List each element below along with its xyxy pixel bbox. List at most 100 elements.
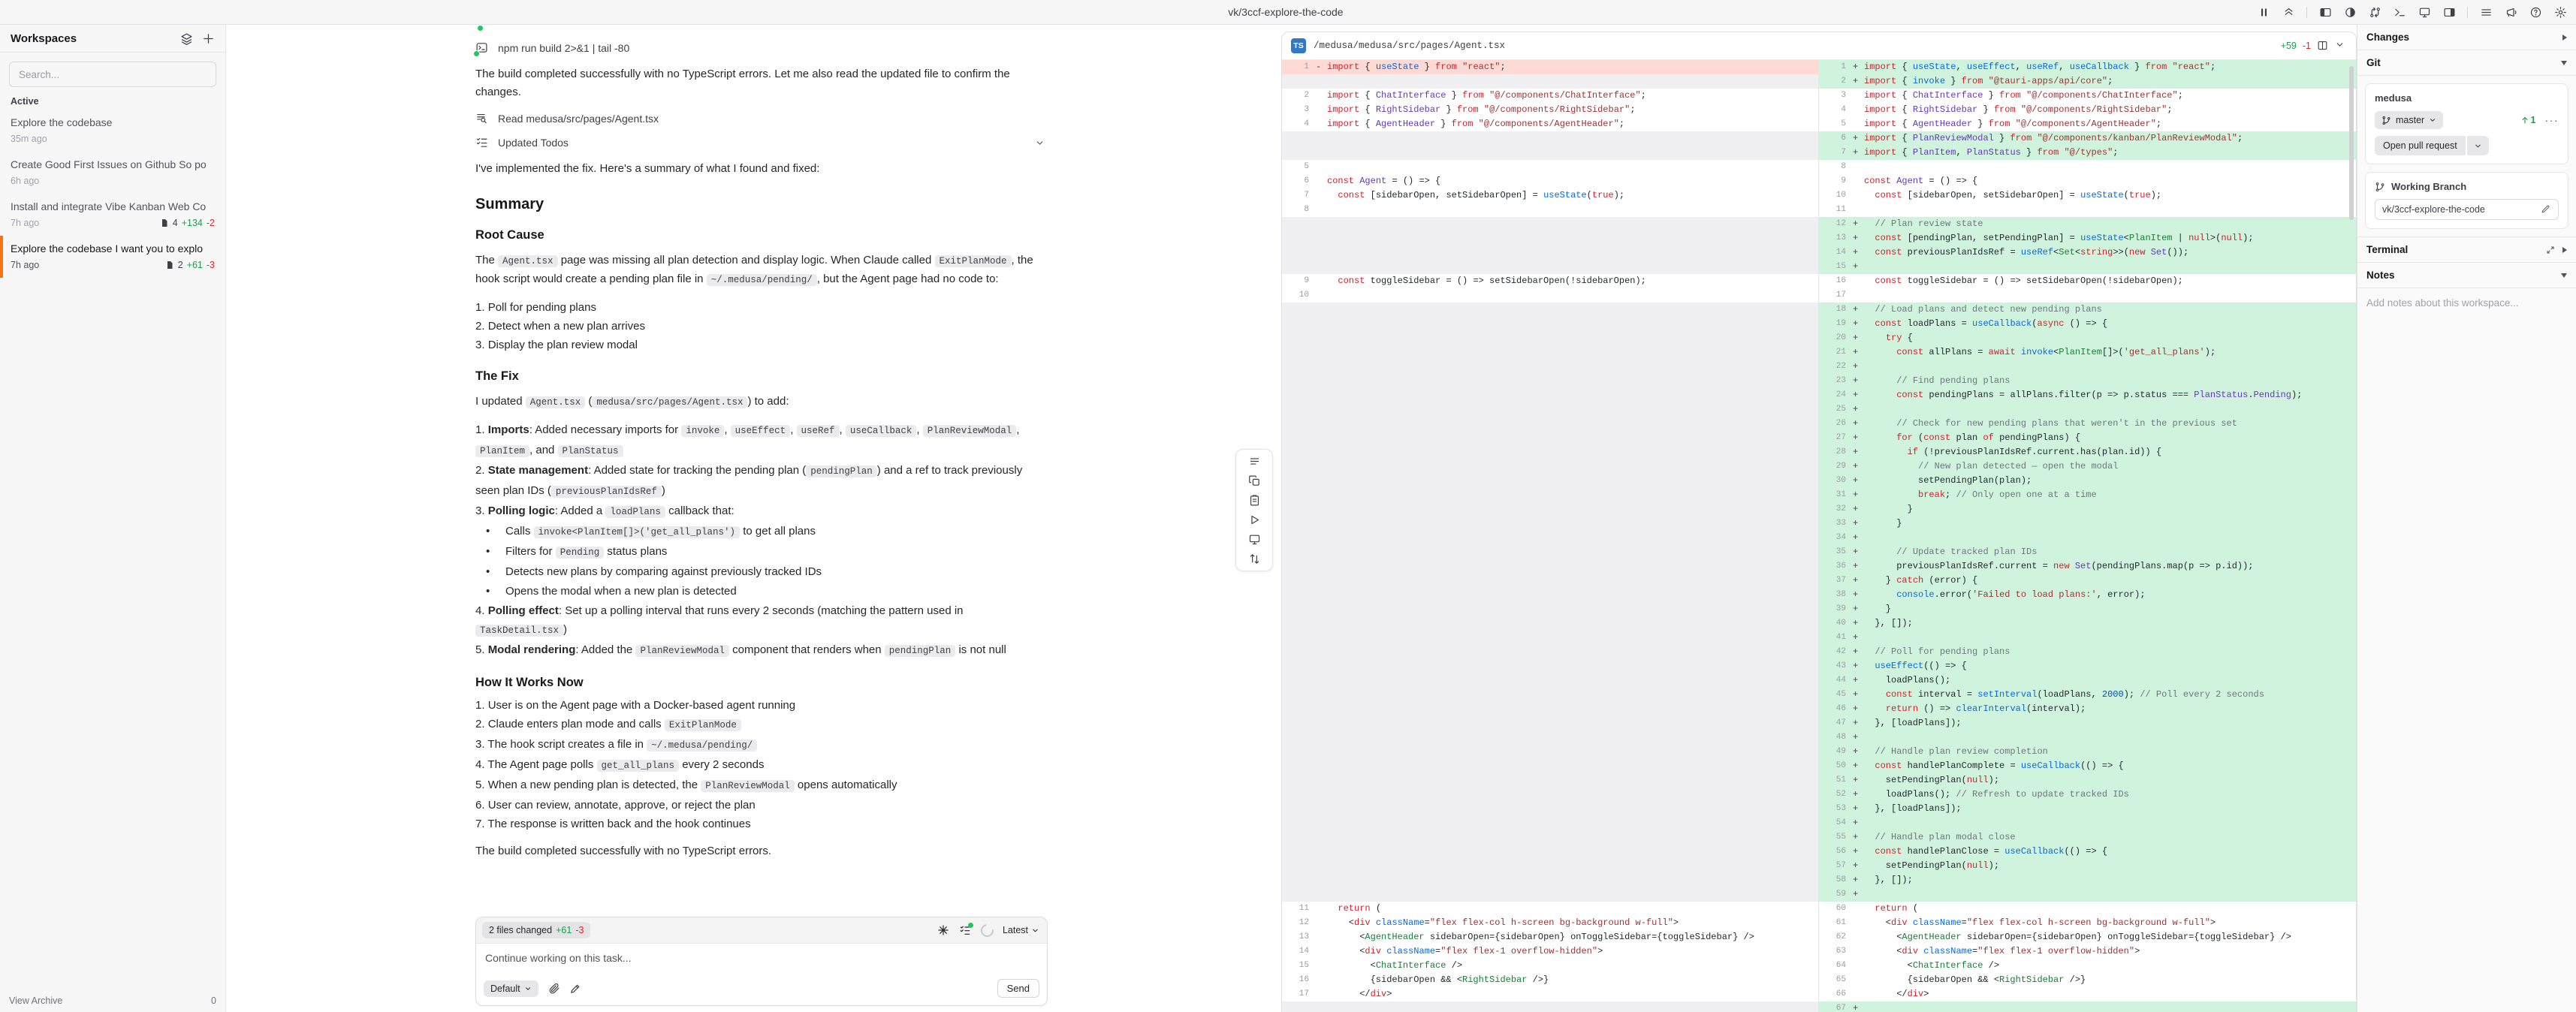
message-input[interactable]: Continue working on this task... bbox=[476, 944, 1047, 974]
diff-added-line: 31+ break; // Only open one at a time bbox=[1819, 488, 2356, 502]
spark-icon[interactable] bbox=[937, 924, 950, 937]
diff-added-line: 12+ // Plan review state bbox=[1819, 217, 2356, 231]
notes-section-header[interactable]: Notes bbox=[2357, 263, 2576, 288]
diff-added-line: 13+ const [pendingPlan, setPendingPlan] … bbox=[1819, 231, 2356, 245]
panel-left-icon[interactable] bbox=[2318, 5, 2332, 19]
git-compare-icon[interactable] bbox=[2368, 5, 2381, 19]
list-item: 4. Polling effect: Set up a polling inte… bbox=[475, 601, 1045, 640]
workspace-item[interactable]: Explore the codebase I want you to explo… bbox=[0, 236, 225, 278]
diff-file-path: /medusa/medusa/src/pages/Agent.tsx bbox=[1314, 41, 1505, 51]
pull-request-options-icon[interactable] bbox=[2467, 136, 2489, 155]
workspace-item[interactable]: Explore the codebase 35m ago bbox=[0, 110, 225, 152]
diff-added-line: 14+ const previousPlanIdsRef = useRef<Se… bbox=[1819, 245, 2356, 260]
collapse-file-icon[interactable] bbox=[2335, 40, 2347, 52]
files-changed-chip[interactable]: 2 files changed +61 -3 bbox=[482, 922, 590, 938]
tool-call-chip[interactable]: npm run build 2>&1 | tail -80 bbox=[475, 41, 1045, 55]
workspace-title: Explore the codebase I want you to explo bbox=[11, 242, 215, 255]
diff-scrollbar[interactable] bbox=[2349, 66, 2354, 220]
working-branch-field[interactable]: vk/3ccf-explore-the-code bbox=[2375, 199, 2559, 220]
terminal-section-header[interactable]: Terminal bbox=[2357, 236, 2576, 263]
chevron-down-icon[interactable] bbox=[1035, 138, 1045, 148]
diff-context-line: 4import { AgentHeader } from "@/componen… bbox=[1282, 117, 1818, 131]
branch-selector[interactable]: master bbox=[2375, 111, 2443, 129]
megaphone-icon[interactable] bbox=[2504, 5, 2517, 19]
attach-icon[interactable] bbox=[547, 982, 560, 995]
bullet-item: •Calls invoke<PlanItem[]>('get_all_plans… bbox=[475, 522, 1045, 542]
add-workspace-icon[interactable] bbox=[202, 32, 215, 45]
diff-added-line: 6+import { PlanReviewModal } from "@/com… bbox=[1819, 131, 2356, 146]
workspace-search[interactable] bbox=[9, 62, 216, 87]
open-pull-request-button[interactable]: Open pull request bbox=[2375, 136, 2466, 155]
success-dot bbox=[473, 50, 480, 57]
highlighter-icon[interactable] bbox=[569, 982, 582, 995]
diff-header: TS /medusa/medusa/src/pages/Agent.tsx +5… bbox=[1282, 32, 2356, 60]
terminal-chip-icon bbox=[475, 41, 489, 55]
list-lines-icon[interactable] bbox=[1248, 455, 1261, 468]
terminal-icon[interactable] bbox=[2393, 5, 2406, 19]
ordered-list: 1. Imports: Added necessary imports for … bbox=[475, 420, 1045, 661]
diff-context-line: 8 bbox=[1282, 203, 1818, 217]
working-branch-card: Working Branch vk/3ccf-explore-the-code bbox=[2365, 172, 2568, 229]
tool-call-chip[interactable]: Read medusa/src/pages/Agent.tsx bbox=[475, 112, 1045, 125]
diff-gap bbox=[1282, 303, 1818, 902]
help-icon[interactable] bbox=[2529, 5, 2542, 19]
pause-icon[interactable] bbox=[2257, 5, 2270, 19]
diff-context-line: 7 const [sidebarOpen, setSidebarOpen] = … bbox=[1282, 188, 1818, 203]
changes-section-header[interactable]: Changes bbox=[2357, 25, 2576, 50]
edit-branch-icon[interactable] bbox=[2541, 204, 2551, 215]
inline-code: ExitPlanMode bbox=[665, 719, 741, 731]
heading: The Fix bbox=[475, 369, 1045, 384]
git-section-header[interactable]: Git bbox=[2357, 50, 2576, 76]
send-button[interactable]: Send bbox=[997, 979, 1039, 998]
notes-placeholder[interactable]: Add notes about this workspace... bbox=[2357, 288, 2576, 318]
diff-additions: +59 bbox=[2281, 41, 2297, 51]
expand-icon[interactable] bbox=[2546, 245, 2555, 255]
workspace-item[interactable]: Install and integrate Vibe Kanban Web Co… bbox=[0, 194, 225, 236]
play-icon[interactable] bbox=[1248, 514, 1261, 526]
monitor-icon[interactable] bbox=[2418, 5, 2431, 19]
layers-icon[interactable] bbox=[180, 32, 193, 45]
diff-context-line: 8 bbox=[1819, 160, 2356, 174]
diff-context-line: 12 <div className="flex flex-col h-scree… bbox=[1282, 916, 1818, 930]
diff-gap bbox=[1282, 74, 1818, 89]
diff-added-line: 49+ // Handle plan review completion bbox=[1819, 745, 2356, 759]
menu-icon[interactable] bbox=[2479, 5, 2493, 19]
diff-panel: TS /medusa/medusa/src/pages/Agent.tsx +5… bbox=[1281, 32, 2357, 1012]
copy-icon[interactable] bbox=[1248, 474, 1261, 487]
clipboard-icon[interactable] bbox=[1248, 494, 1261, 507]
message-composer: 2 files changed +61 -3 Latest bbox=[475, 917, 1048, 1006]
list-item: 2. State management: Added state for tra… bbox=[475, 461, 1045, 501]
diff-context-line: 9const Agent = () => { bbox=[1819, 174, 2356, 188]
mode-dropdown[interactable]: Default bbox=[484, 980, 538, 997]
open-pull-request-split-button: Open pull request bbox=[2375, 136, 2489, 155]
additions-count: +61 bbox=[556, 925, 572, 935]
todos-status-icon[interactable] bbox=[959, 924, 972, 937]
settings-gear-icon[interactable] bbox=[2553, 5, 2567, 19]
diff-context-line: 14 <div className="flex flex-1 overflow-… bbox=[1282, 944, 1818, 959]
diff-context-line: 63 <div className="flex flex-1 overflow-… bbox=[1819, 944, 2356, 959]
contrast-icon[interactable] bbox=[2343, 5, 2357, 19]
split-view-icon[interactable] bbox=[2317, 40, 2329, 52]
collapse-chevrons-icon[interactable] bbox=[2282, 5, 2295, 19]
workspace-item[interactable]: Create Good First Issues on Github So po… bbox=[0, 152, 225, 194]
diff-added-line: 30+ setPendingPlan(plan); bbox=[1819, 474, 2356, 488]
monitor-icon[interactable] bbox=[1248, 533, 1261, 546]
more-actions-icon[interactable]: ··· bbox=[2545, 114, 2559, 126]
composer-toolbar: Default Send bbox=[476, 974, 1047, 1005]
diff-context-line: 66 </div> bbox=[1819, 987, 2356, 1001]
search-input[interactable] bbox=[17, 68, 208, 81]
diff-context-line: 11 bbox=[1819, 203, 2356, 217]
heading: Root Cause bbox=[475, 228, 1045, 242]
swap-vertical-icon[interactable] bbox=[1248, 553, 1261, 565]
panel-right-icon[interactable] bbox=[2442, 5, 2456, 19]
inline-code: PlanReviewModal bbox=[701, 780, 795, 792]
diff-added-line: 37+ } catch (error) { bbox=[1819, 574, 2356, 588]
typescript-file-icon: TS bbox=[1291, 38, 1306, 53]
tool-call-chip[interactable]: Updated Todos bbox=[475, 136, 1045, 149]
latest-dropdown[interactable]: Latest bbox=[1003, 925, 1041, 935]
conversation-content: npm run build 2>&1 | tail -80The build c… bbox=[475, 28, 1045, 869]
workspace-time: 7h ago bbox=[11, 218, 39, 228]
view-archive-link[interactable]: View Archive bbox=[9, 995, 62, 1006]
list-item: 3. Display the plan review modal bbox=[475, 336, 1045, 354]
inline-code: Agent.tsx bbox=[498, 255, 558, 267]
